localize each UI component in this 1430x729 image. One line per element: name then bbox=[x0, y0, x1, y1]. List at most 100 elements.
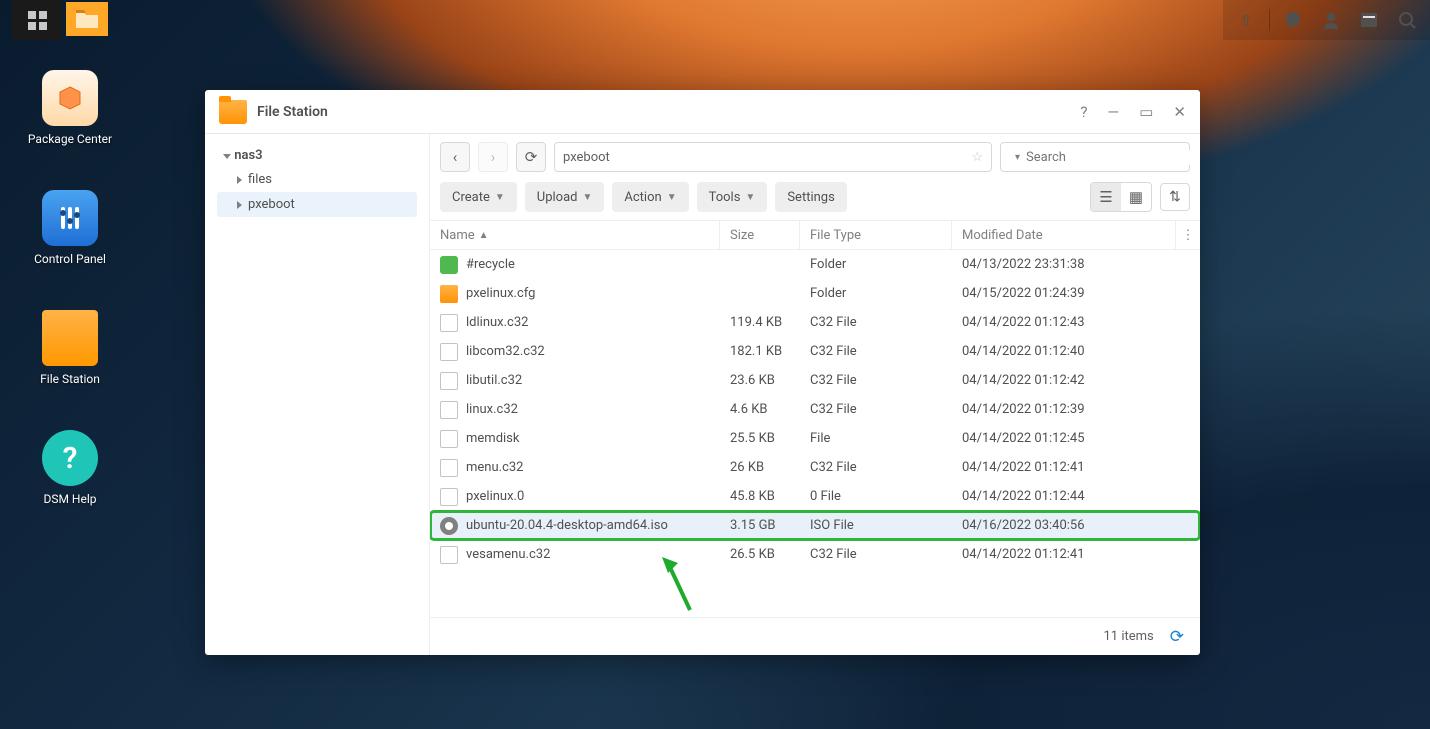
item-count: 11 items bbox=[1103, 629, 1153, 644]
nav-toolbar: ‹ › ⟳ pxeboot ☆ ▾ bbox=[430, 134, 1200, 180]
settings-button[interactable]: Settings bbox=[775, 182, 846, 212]
file-icon bbox=[440, 372, 458, 390]
file-name: ldlinux.c32 bbox=[466, 315, 528, 330]
table-row[interactable]: vesamenu.c32 26.5 KBC32 File04/14/2022 01… bbox=[430, 540, 1200, 569]
status-bar: 11 items ⟳ bbox=[430, 617, 1200, 655]
user-icon[interactable] bbox=[1316, 5, 1346, 35]
file-icon bbox=[440, 430, 458, 448]
action-button[interactable]: Action▼ bbox=[612, 182, 688, 212]
col-header-size[interactable]: Size bbox=[720, 221, 800, 249]
file-icon bbox=[440, 459, 458, 477]
file-name: memdisk bbox=[466, 431, 520, 446]
grid-view-button[interactable]: ▦ bbox=[1121, 183, 1151, 211]
file-type: C32 File bbox=[800, 460, 952, 475]
search-icon[interactable] bbox=[1392, 5, 1422, 35]
col-header-menu[interactable]: ⋮ bbox=[1176, 221, 1200, 249]
file-date: 04/14/2022 01:12:39 bbox=[952, 402, 1200, 417]
col-header-date[interactable]: Modified Date bbox=[952, 221, 1176, 249]
forward-button[interactable]: › bbox=[478, 142, 508, 172]
file-date: 04/14/2022 01:12:41 bbox=[952, 547, 1200, 562]
file-icon bbox=[440, 488, 458, 506]
list-view-button[interactable]: ☰ bbox=[1091, 183, 1121, 211]
maximize-button[interactable]: ▭ bbox=[1139, 103, 1153, 121]
tree-item-files[interactable]: files bbox=[217, 167, 417, 192]
tree-item-label: files bbox=[248, 172, 272, 187]
file-size: 26 KB bbox=[720, 460, 800, 475]
file-icon bbox=[440, 401, 458, 419]
iso-icon bbox=[440, 517, 458, 535]
file-name: linux.c32 bbox=[466, 402, 518, 417]
file-type: Folder bbox=[800, 257, 952, 272]
col-header-type[interactable]: File Type bbox=[800, 221, 952, 249]
desktop-icon-file-station[interactable]: File Station bbox=[20, 310, 120, 386]
file-size: 119.4 KB bbox=[720, 315, 800, 330]
tree-item-label: pxeboot bbox=[248, 197, 295, 212]
table-header: Name ▲ Size File Type Modified Date ⋮ bbox=[430, 220, 1200, 250]
tools-button[interactable]: Tools▼ bbox=[697, 182, 768, 212]
app-launcher-button[interactable] bbox=[12, 0, 62, 40]
table-row[interactable]: libcom32.c32182.1 KBC32 File04/14/2022 0… bbox=[430, 337, 1200, 366]
file-name: vesamenu.c32 bbox=[466, 547, 550, 562]
search-field[interactable]: ▾ bbox=[1000, 142, 1190, 172]
reload-button[interactable]: ⟳ bbox=[516, 142, 546, 172]
file-date: 04/14/2022 01:12:41 bbox=[952, 460, 1200, 475]
file-list: #recycleFolder04/13/2022 23:31:38pxelinu… bbox=[430, 250, 1200, 617]
desktop-icon-dsm-help[interactable]: ?DSM Help bbox=[20, 430, 120, 506]
file-size: 23.6 KB bbox=[720, 373, 800, 388]
table-row[interactable]: pxelinux.cfgFolder04/15/2022 01:24:39 bbox=[430, 279, 1200, 308]
table-row[interactable]: ldlinux.c32119.4 KBC32 File04/14/2022 01… bbox=[430, 308, 1200, 337]
folder-tree: nas3 files pxeboot bbox=[205, 134, 430, 655]
control-panel-icon bbox=[42, 190, 98, 246]
table-row[interactable]: #recycleFolder04/13/2022 23:31:38 bbox=[430, 250, 1200, 279]
file-type: C32 File bbox=[800, 402, 952, 417]
back-button[interactable]: ‹ bbox=[440, 142, 470, 172]
tree-item-pxeboot[interactable]: pxeboot bbox=[217, 192, 417, 217]
file-name: pxelinux.cfg bbox=[466, 286, 535, 301]
table-row[interactable]: memdisk25.5 KBFile04/14/2022 01:12:45 bbox=[430, 424, 1200, 453]
file-date: 04/14/2022 01:12:42 bbox=[952, 373, 1200, 388]
file-type: ISO File bbox=[800, 518, 952, 533]
file-date: 04/13/2022 23:31:38 bbox=[952, 257, 1200, 272]
path-input[interactable]: pxeboot ☆ bbox=[554, 142, 992, 172]
table-row[interactable]: menu.c3226 KBC32 File04/14/2022 01:12:41 bbox=[430, 453, 1200, 482]
widgets-icon[interactable] bbox=[1354, 5, 1384, 35]
folder-icon bbox=[440, 285, 458, 303]
file-date: 04/14/2022 01:12:43 bbox=[952, 315, 1200, 330]
window-title: File Station bbox=[257, 104, 328, 120]
chevron-right-icon bbox=[237, 201, 242, 209]
table-row[interactable]: ubuntu-20.04.4-desktop-amd64.iso3.15 GBI… bbox=[430, 511, 1200, 540]
file-size: 4.6 KB bbox=[720, 402, 800, 417]
window-titlebar[interactable]: File Station ? — ▭ ✕ bbox=[205, 90, 1200, 134]
tree-root[interactable]: nas3 bbox=[217, 144, 417, 167]
create-button[interactable]: Create▼ bbox=[440, 182, 517, 212]
col-header-name[interactable]: Name ▲ bbox=[430, 221, 720, 249]
search-input[interactable] bbox=[1026, 150, 1192, 165]
close-button[interactable]: ✕ bbox=[1173, 103, 1186, 121]
favorite-star-icon[interactable]: ☆ bbox=[971, 150, 983, 165]
table-row[interactable]: libutil.c3223.6 KBC32 File04/14/2022 01:… bbox=[430, 366, 1200, 395]
refresh-icon[interactable]: ⟳ bbox=[1170, 627, 1184, 647]
system-topbar: ⇧ bbox=[0, 0, 1430, 40]
file-size: 26.5 KB bbox=[720, 547, 800, 562]
desktop-icon-control-panel[interactable]: Control Panel bbox=[20, 190, 120, 266]
sort-button[interactable]: ⇅ bbox=[1160, 183, 1190, 211]
desktop-icon-label: Control Panel bbox=[34, 252, 106, 266]
desktop-icon-package-center[interactable]: Package Center bbox=[20, 70, 120, 146]
minimize-button[interactable]: — bbox=[1108, 103, 1120, 121]
file-icon bbox=[440, 343, 458, 361]
file-name: pxelinux.0 bbox=[466, 489, 524, 504]
table-row[interactable]: pxelinux.045.8 KB0 File04/14/2022 01:12:… bbox=[430, 482, 1200, 511]
pin-icon[interactable]: ⇧ bbox=[1231, 5, 1261, 35]
help-button[interactable]: ? bbox=[1080, 103, 1087, 121]
taskbar-file-station[interactable] bbox=[66, 2, 108, 36]
upload-button[interactable]: Upload▼ bbox=[525, 182, 605, 212]
file-date: 04/16/2022 03:40:56 bbox=[952, 518, 1200, 533]
chat-icon[interactable] bbox=[1278, 5, 1308, 35]
desktop-icon-label: Package Center bbox=[28, 132, 112, 146]
dsm-help-icon: ? bbox=[42, 430, 98, 486]
table-row[interactable]: linux.c32 4.6 KBC32 File04/14/2022 01:12:… bbox=[430, 395, 1200, 424]
file-name: ubuntu-20.04.4-desktop-amd64.iso bbox=[466, 518, 668, 533]
file-station-icon bbox=[42, 310, 98, 366]
file-size: 45.8 KB bbox=[720, 489, 800, 504]
file-type: C32 File bbox=[800, 547, 952, 562]
